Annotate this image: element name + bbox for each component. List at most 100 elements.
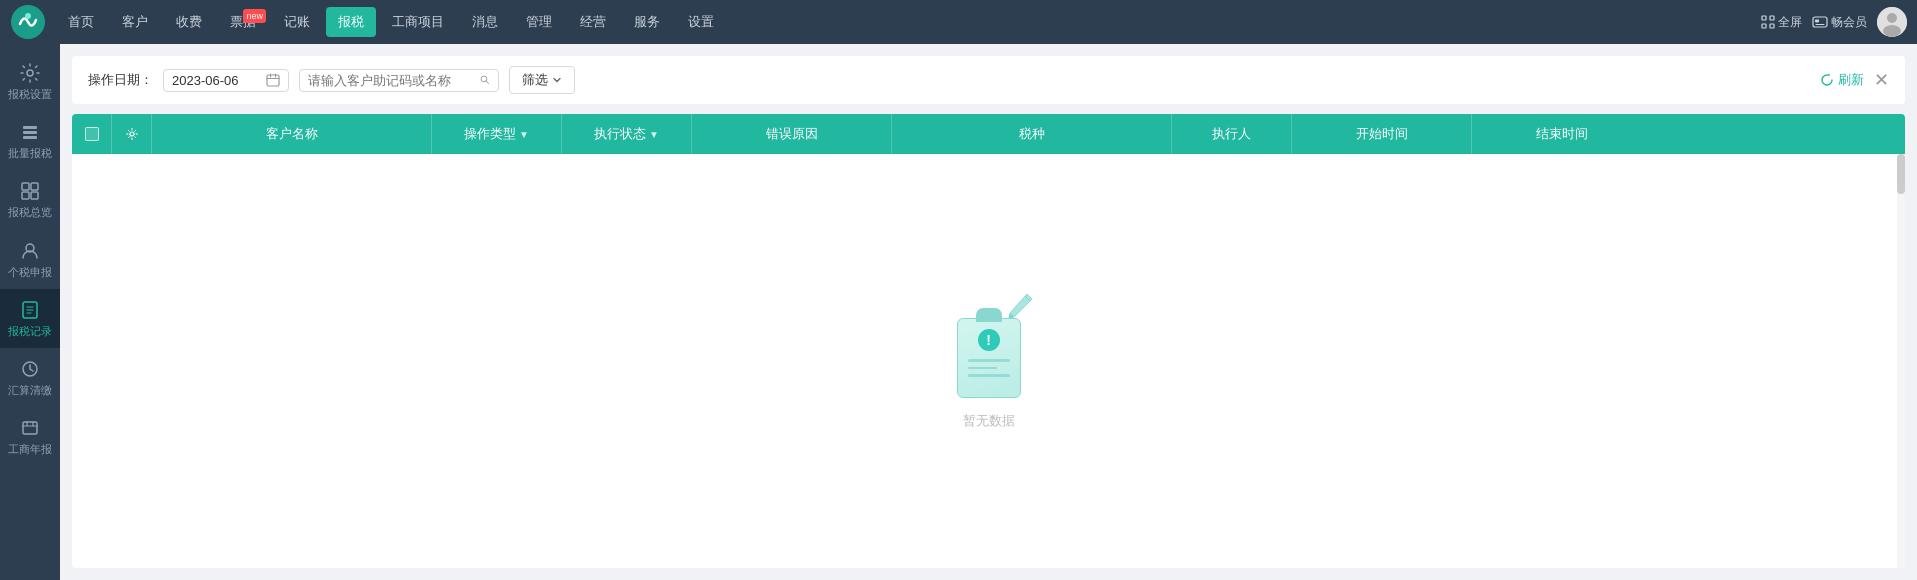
sort-icon-status: ▼ [649,129,659,140]
svg-point-10 [1883,25,1901,37]
refresh-icon [1820,73,1834,87]
nav-home[interactable]: 首页 [56,7,106,37]
nav-service[interactable]: 服务 [622,7,672,37]
exclaim-circle: ! [978,329,1000,351]
nav-bookkeeping[interactable]: 记账 [272,7,322,37]
sidebar-item-annual-report[interactable]: 工商年报 [0,407,60,466]
th-error-reason: 错误原因 [692,114,892,154]
nav-tax[interactable]: 报税 [326,7,376,37]
clipboard-lines [968,359,1010,377]
top-nav-right: 全屏 畅会员 [1761,7,1907,37]
svg-rect-22 [23,422,37,434]
date-label: 操作日期： [88,71,153,89]
sidebar-item-tax-record[interactable]: 报税记录 [0,289,60,348]
th-execute-status[interactable]: 执行状态 ▼ [562,114,692,154]
nav-menu: 首页 客户 收费 票据 new 记账 报税 工商项目 消息 管理 经营 服务 设… [56,7,1761,37]
annual-report-icon [19,417,41,439]
app-logo[interactable] [10,4,46,40]
close-button[interactable]: ✕ [1874,71,1889,89]
scrollbar-track[interactable] [1897,154,1905,568]
sidebar-label-personal-tax: 个税申报 [8,266,52,279]
new-badge: new [243,9,266,23]
nav-settings[interactable]: 设置 [676,7,726,37]
filter-button[interactable]: 筛选 [509,66,575,94]
sidebar-label-annual-report: 工商年报 [8,443,52,456]
nav-message[interactable]: 消息 [460,7,510,37]
empty-state: ! 暂无数据 [944,292,1034,430]
search-icon [480,73,490,87]
sidebar: 报税设置 批量报税 报税总览 [0,44,60,580]
fullscreen-button[interactable]: 全屏 [1761,14,1802,31]
avatar[interactable] [1877,7,1907,37]
empty-text: 暂无数据 [963,412,1015,430]
scrollbar-thumb[interactable] [1897,154,1905,194]
sidebar-item-personal-tax[interactable]: 个税申报 [0,230,60,289]
th-operation-type[interactable]: 操作类型 ▼ [432,114,562,154]
svg-rect-3 [1770,16,1774,20]
refresh-button[interactable]: 刷新 [1820,71,1864,89]
svg-point-9 [1887,13,1897,23]
settlement-icon [19,358,41,380]
nav-customer[interactable]: 客户 [110,7,160,37]
th-end-time: 结束时间 [1472,114,1652,154]
sidebar-item-tax-overview[interactable]: 报税总览 [0,170,60,229]
svg-rect-7 [1815,20,1819,23]
th-tax-type: 税种 [892,114,1172,154]
date-input[interactable] [172,73,262,88]
svg-point-1 [25,13,31,19]
sidebar-label-tax-settings: 报税设置 [8,88,52,101]
th-settings [112,114,152,154]
column-settings-icon[interactable] [125,127,139,141]
sidebar-item-tax-settings[interactable]: 报税设置 [0,52,60,111]
select-all-checkbox[interactable] [85,127,99,141]
th-checkbox[interactable] [72,114,112,154]
svg-rect-18 [31,192,38,199]
nav-invoice[interactable]: 票据 new [218,7,268,37]
svg-rect-2 [1762,16,1766,20]
member-label: 畅会员 [1831,14,1867,31]
svg-point-11 [27,70,33,76]
personal-tax-icon [19,240,41,262]
sidebar-label-tax-overview: 报税总览 [8,206,52,219]
svg-rect-5 [1770,24,1774,28]
empty-icon: ! [944,292,1034,402]
content-area: 操作日期： 筛选 [60,44,1917,580]
sidebar-label-settlement: 汇算清缴 [8,384,52,397]
svg-rect-14 [23,136,37,139]
sidebar-item-batch-tax[interactable]: 批量报税 [0,111,60,170]
nav-manage[interactable]: 管理 [514,7,564,37]
svg-rect-13 [23,131,37,134]
nav-business[interactable]: 工商项目 [380,7,456,37]
clipboard-body: ! [957,318,1021,398]
svg-rect-4 [1762,24,1766,28]
member-button[interactable]: 畅会员 [1812,14,1867,31]
nav-operation[interactable]: 经营 [568,7,618,37]
sort-icon-operation: ▼ [519,129,529,140]
th-start-time: 开始时间 [1292,114,1472,154]
th-executor: 执行人 [1172,114,1292,154]
svg-rect-12 [23,126,37,129]
sidebar-item-settlement[interactable]: 汇算清缴 [0,348,60,407]
svg-rect-6 [1813,17,1827,27]
table-header: 客户名称 操作类型 ▼ 执行状态 ▼ 错误原因 税种 执行人 [72,114,1905,154]
sidebar-label-batch-tax: 批量报税 [8,147,52,160]
search-input[interactable] [308,73,476,88]
filter-bar: 操作日期： 筛选 [72,56,1905,104]
th-customer-name: 客户名称 [152,114,432,154]
table-body: ! 暂无数据 [72,154,1905,568]
svg-rect-16 [31,183,38,190]
search-bar[interactable] [299,69,499,92]
settings-icon [19,62,41,84]
date-picker[interactable] [163,69,289,92]
main-layout: 报税设置 批量报税 报税总览 [0,44,1917,580]
chevron-down-icon [552,75,562,85]
sidebar-label-tax-record: 报税记录 [8,325,52,338]
tax-record-icon [19,299,41,321]
calendar-icon [266,73,280,87]
refresh-label: 刷新 [1838,71,1864,89]
nav-fee[interactable]: 收费 [164,7,214,37]
svg-rect-15 [22,183,29,190]
data-table: 客户名称 操作类型 ▼ 执行状态 ▼ 错误原因 税种 执行人 [72,114,1905,568]
clipboard-clip [976,308,1002,322]
svg-point-25 [130,132,134,136]
